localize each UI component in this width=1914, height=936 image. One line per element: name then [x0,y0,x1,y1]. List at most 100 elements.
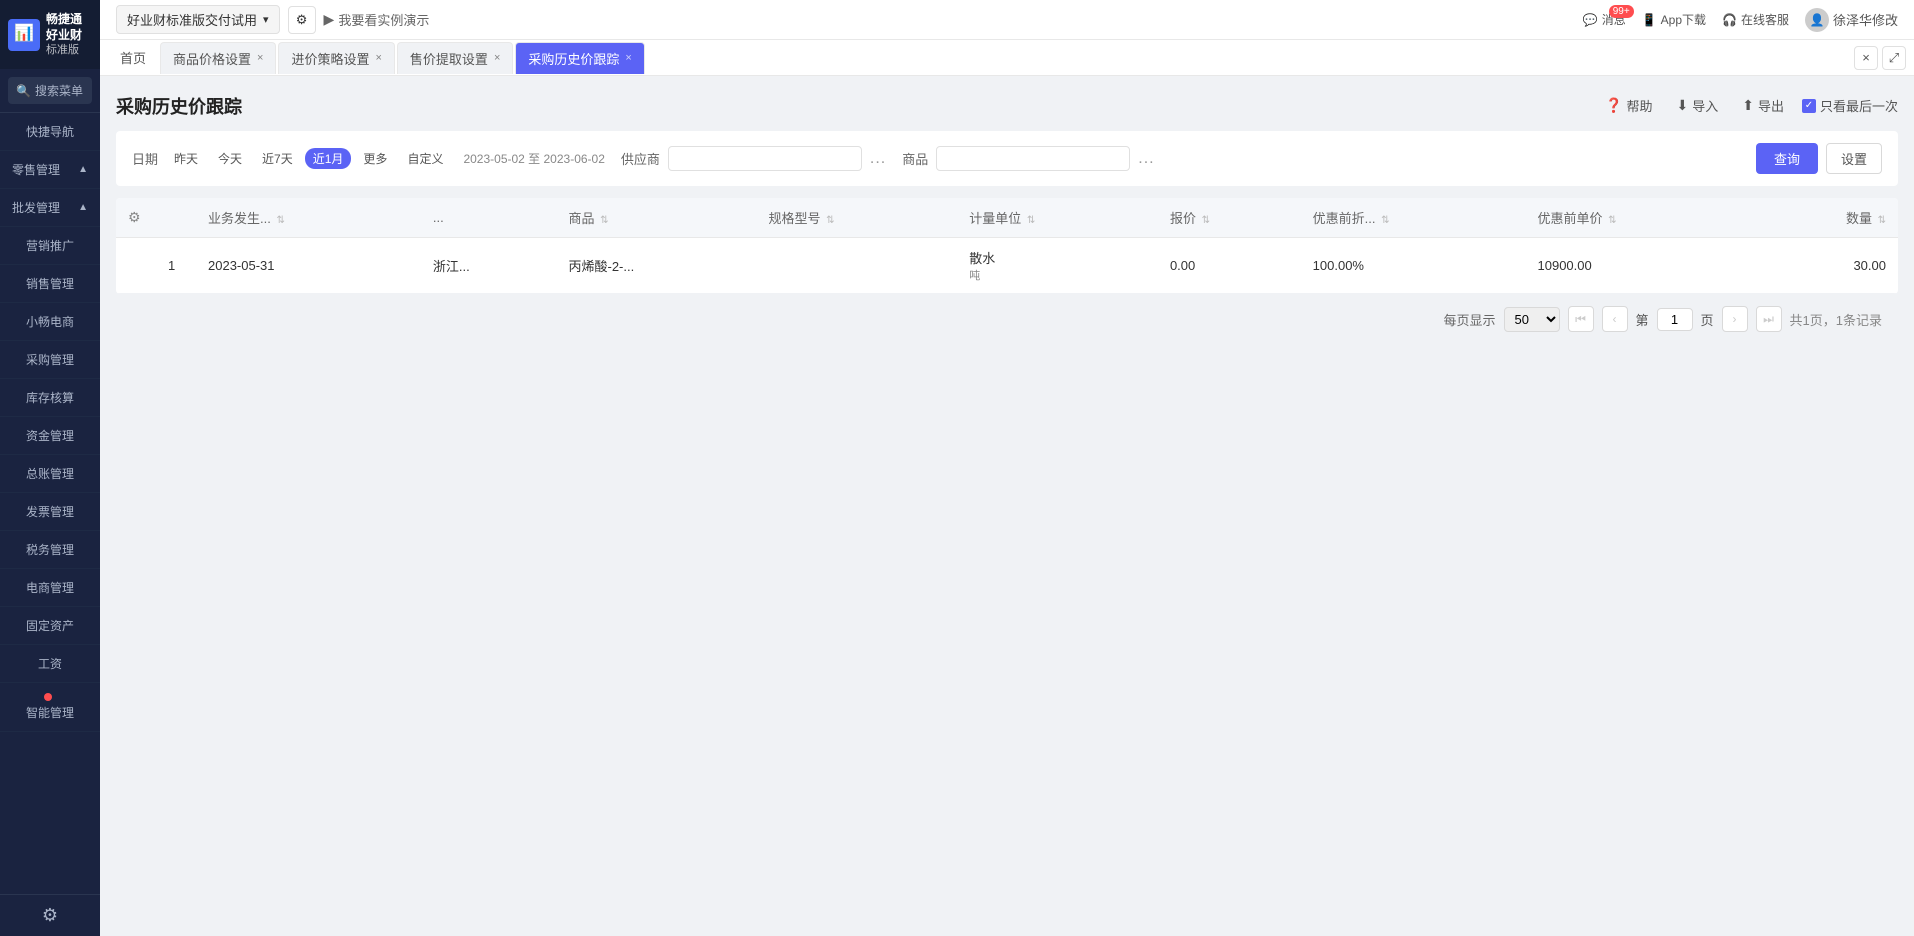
sidebar-item-marketing[interactable]: 营销推广 [0,227,100,265]
data-table: ⚙ 业务发生... ⇅ ... 商品 ⇅ [116,198,1898,294]
page-header: 采购历史价跟踪 ❓ 帮助 ⬇ 导入 ⬆ 导出 ✓ 只看最后一次 [116,92,1898,119]
product-filter-group: 商品 ... [902,146,1154,171]
demo-button[interactable]: ▶ 我要看实例演示 [324,10,430,29]
sort-unit-icon[interactable]: ⇅ [1027,215,1035,226]
headset-icon: 🎧 [1722,13,1737,27]
sort-discount-icon[interactable]: ⇅ [1381,215,1389,226]
sidebar-item-ecommerce-mgmt[interactable]: 电商管理 [0,569,100,607]
sidebar-item-general-ledger[interactable]: 总账管理 [0,455,100,493]
purchase-mgmt-label: 采购管理 [26,351,74,368]
sidebar-item-quick-nav[interactable]: 快捷导航 [0,113,100,151]
retail-mgmt-label: 零售管理 [12,161,60,178]
settings-button[interactable]: 设置 [1826,143,1882,174]
gear-icon: ⚙ [296,12,308,28]
chip-yesterday[interactable]: 昨天 [166,148,206,169]
only-last-checkbox[interactable]: ✓ [1802,99,1816,113]
tab-strategy-setting[interactable]: 进价策略设置 × [278,42,394,74]
search-icon: 🔍 [16,84,31,98]
help-button[interactable]: ❓ 帮助 [1599,92,1658,119]
pagination-last-button[interactable]: ⏭ [1756,306,1782,332]
logo-subtitle: 标准版 [46,43,92,57]
tab-close-panel-button[interactable]: × [1854,46,1878,70]
chip-last7days[interactable]: 近7天 [254,148,301,169]
tab-history-price-close[interactable]: × [625,52,631,64]
pagination-prev-button[interactable]: ‹ [1602,306,1628,332]
per-page-select[interactable]: 50 10 20 100 [1504,307,1560,332]
import-icon: ⬇ [1676,97,1688,114]
sidebar-item-invoice-mgmt[interactable]: 发票管理 [0,493,100,531]
app-download-action[interactable]: 📱 App下载 [1642,11,1706,28]
col-quantity-header: 数量 ⇅ [1755,198,1898,238]
export-button[interactable]: ⬆ 导出 [1736,92,1790,119]
sidebar-logo: 📊 畅捷通好业财 标准版 [0,0,100,69]
sort-spec-icon[interactable]: ⇅ [826,215,834,226]
ecommerce-mgmt-label: 电商管理 [26,579,74,596]
topbar-gear-button[interactable]: ⚙ [288,6,316,34]
sidebar-item-inventory[interactable]: 库存核算 [0,379,100,417]
tab-strategy-setting-close[interactable]: × [375,52,381,64]
tab-price-setting-close[interactable]: × [257,52,263,64]
search-menu-button[interactable]: 🔍 搜索菜单 [8,77,92,104]
tab-sale-setting-close[interactable]: × [494,52,500,64]
supplier-input[interactable] [668,146,862,171]
wholesale-mgmt-label: 批发管理 [12,199,60,216]
col-more-header: ... [421,198,557,238]
query-button[interactable]: 查询 [1756,143,1818,174]
invoice-mgmt-label: 发票管理 [26,503,74,520]
tab-price-setting[interactable]: 商品价格设置 × [160,42,276,74]
user-profile[interactable]: 👤 徐泽华修改 [1805,8,1898,32]
sort-pre-discount-price-icon[interactable]: ⇅ [1608,215,1616,226]
col-quantity-label: 数量 [1846,211,1872,226]
product-dots[interactable]: ... [1138,150,1154,168]
supplier-dots[interactable]: ... [870,150,886,168]
sidebar-item-finance-mgmt[interactable]: 资金管理 [0,417,100,455]
sidebar-settings-button[interactable]: ⚙ [42,905,58,926]
ecommerce-small-label: 小畅电商 [26,313,74,330]
chip-more[interactable]: 更多 [355,148,395,169]
col-settings-icon[interactable]: ⚙ [128,209,141,225]
col-spec-header: 规格型号 ⇅ [757,198,958,238]
sidebar-item-tax-mgmt[interactable]: 税务管理 [0,531,100,569]
tab-expand-button[interactable]: ⤢ [1882,46,1906,70]
chip-today[interactable]: 今天 [210,148,250,169]
sidebar-item-ecommerce-small[interactable]: 小畅电商 [0,303,100,341]
sidebar-item-purchase-mgmt[interactable]: 采购管理 [0,341,100,379]
sidebar-item-fixed-assets[interactable]: 固定资产 [0,607,100,645]
chip-custom[interactable]: 自定义 [399,148,451,169]
tab-strategy-setting-label: 进价策略设置 [291,49,369,68]
col-index-header [156,198,196,238]
chip-last1month[interactable]: 近1月 [305,148,352,169]
row-quantity-cell: 30.00 [1755,238,1898,294]
pagination-first-button[interactable]: ⏮ [1568,306,1594,332]
topbar-left: 好业财标准版交付试用 ▾ ⚙ ▶ 我要看实例演示 [116,5,429,34]
sidebar-item-retail-mgmt[interactable]: 零售管理 ▲ [0,151,100,189]
sidebar-item-smart-mgmt[interactable]: 智能管理 [0,683,100,732]
sort-quote-price-icon[interactable]: ⇅ [1202,215,1210,226]
tab-home[interactable]: 首页 [108,42,158,74]
import-button[interactable]: ⬇ 导入 [1670,92,1724,119]
sort-product-icon[interactable]: ⇅ [600,215,608,226]
sidebar-item-salary[interactable]: 工资 [0,645,100,683]
smart-mgmt-label: 智能管理 [26,704,74,721]
edition-selector[interactable]: 好业财标准版交付试用 ▾ [116,5,280,34]
logo-icon: 📊 [8,19,40,51]
only-last-checkbox-label[interactable]: ✓ 只看最后一次 [1802,96,1898,115]
row-quote-price-cell: 0.00 [1158,238,1301,294]
product-input[interactable] [936,146,1130,171]
online-service-action[interactable]: 🎧 在线客服 [1722,11,1789,28]
pagination-next-button[interactable]: › [1722,306,1748,332]
main-area: 好业财标准版交付试用 ▾ ⚙ ▶ 我要看实例演示 💬 消息 99+ 📱 App下… [100,0,1914,936]
tab-history-price[interactable]: 采购历史价跟踪 × [515,42,644,74]
user-icon: 👤 [1810,13,1825,27]
sidebar-item-sales-mgmt[interactable]: 销售管理 [0,265,100,303]
import-label: 导入 [1692,96,1718,115]
filter-bar: 日期 昨天 今天 近7天 近1月 更多 自定义 2023-05-02 至 202… [116,131,1898,186]
page-label: 第 [1636,310,1649,329]
fixed-assets-label: 固定资产 [26,617,74,634]
sort-quantity-icon[interactable]: ⇅ [1878,215,1886,226]
tab-sale-setting[interactable]: 售价提取设置 × [397,42,513,74]
message-action[interactable]: 💬 消息 99+ [1583,11,1626,28]
sidebar-item-wholesale-mgmt[interactable]: 批发管理 ▲ [0,189,100,227]
page-number-input[interactable] [1657,308,1693,331]
sort-biz-date-icon[interactable]: ⇅ [276,215,284,226]
